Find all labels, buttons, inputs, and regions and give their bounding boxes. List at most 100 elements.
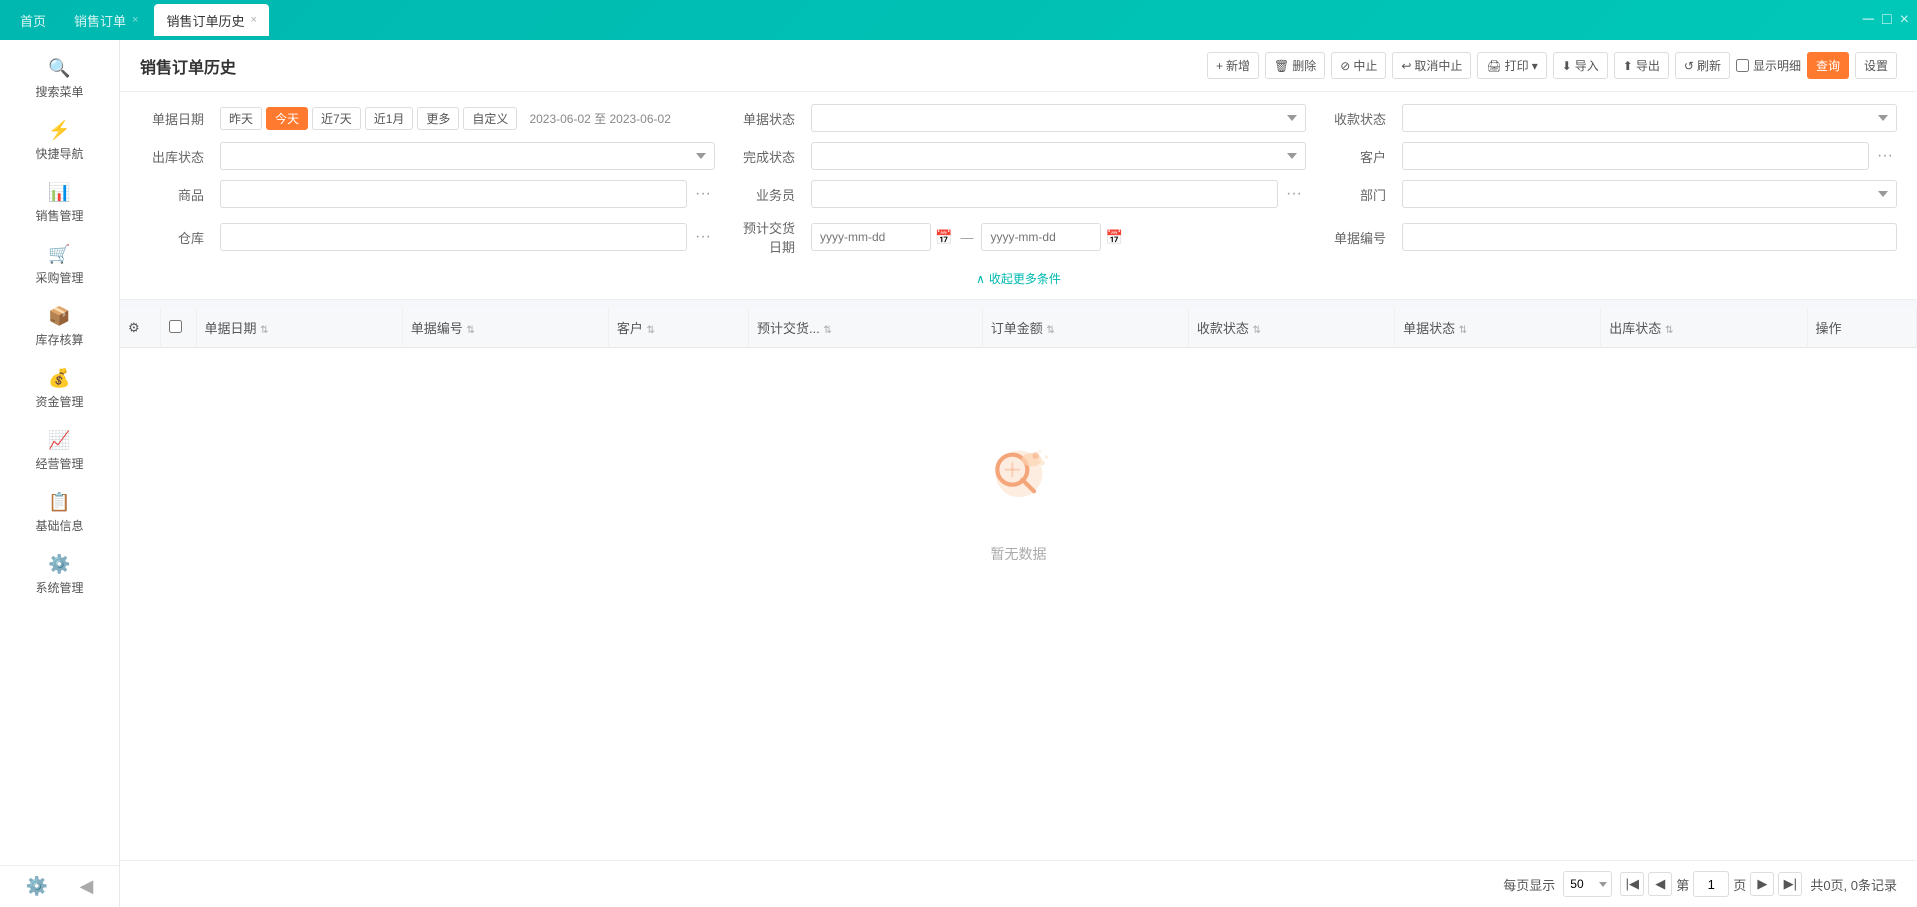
prev-page-button[interactable]: ◀ bbox=[1648, 872, 1672, 896]
empty-state: 暂无数据 bbox=[120, 348, 1917, 644]
sidebar-item-system-mgmt[interactable]: ⚙️ 系统管理 bbox=[0, 544, 119, 606]
sidebar-item-inventory[interactable]: 📦 库存核算 bbox=[0, 296, 119, 358]
th-checkbox[interactable] bbox=[160, 308, 196, 348]
close-tab-sales-order[interactable]: × bbox=[132, 14, 138, 26]
product-label: 商品 bbox=[140, 185, 204, 204]
select-all-checkbox[interactable] bbox=[169, 320, 182, 333]
cancel-stop-button[interactable]: ↩ 取消中止 bbox=[1392, 52, 1471, 79]
delivery-date-to[interactable] bbox=[981, 223, 1101, 251]
sidebar-settings-icon[interactable]: ⚙️ bbox=[26, 876, 48, 897]
complete-status-select[interactable] bbox=[811, 142, 1306, 170]
print-button[interactable]: 🖨 打印 ▾ bbox=[1477, 52, 1546, 79]
display-details-checkbox[interactable]: 显示明细 bbox=[1736, 57, 1801, 74]
page-nav: |◀ ◀ 第 页 ▶ ▶| bbox=[1620, 871, 1802, 897]
date-last1m[interactable]: 近1月 bbox=[365, 107, 414, 130]
payment-status-label: 收款状态 bbox=[1322, 109, 1386, 128]
date-last7[interactable]: 近7天 bbox=[312, 107, 361, 130]
close-tab-sales-order-history[interactable]: × bbox=[250, 14, 256, 26]
salesperson-label: 业务员 bbox=[731, 185, 795, 204]
first-page-button[interactable]: |◀ bbox=[1620, 872, 1644, 896]
settings-button[interactable]: 设置 bbox=[1855, 52, 1897, 79]
delivery-date-to-calendar[interactable]: 📅 bbox=[1105, 229, 1122, 246]
salesperson-input[interactable] bbox=[811, 180, 1278, 208]
last-page-button[interactable]: ▶| bbox=[1778, 872, 1802, 896]
display-details-input[interactable] bbox=[1736, 59, 1749, 72]
payment-status-select[interactable] bbox=[1402, 104, 1897, 132]
date-today[interactable]: 今天 bbox=[266, 107, 308, 130]
th-order-amount: 订单金额 ⇅ bbox=[982, 308, 1188, 348]
next-page-button[interactable]: ▶ bbox=[1750, 872, 1774, 896]
outbound-status-select[interactable] bbox=[220, 142, 715, 170]
sort-customer-icon[interactable]: ⇅ bbox=[647, 325, 655, 336]
sort-amount-icon[interactable]: ⇅ bbox=[1046, 325, 1054, 336]
th-payment-status: 收款状态 ⇅ bbox=[1188, 308, 1394, 348]
outbound-status-label: 出库状态 bbox=[140, 147, 204, 166]
export-icon: ⬆ bbox=[1623, 59, 1633, 73]
th-settings[interactable]: ⚙ bbox=[120, 308, 160, 348]
sort-delivery-icon[interactable]: ⇅ bbox=[823, 325, 831, 336]
table-header-row: ⚙ 单据日期 ⇅ 单据编号 ⇅ bbox=[120, 308, 1917, 348]
page-label: 第 bbox=[1676, 875, 1689, 894]
delivery-date-label: 预计交货日期 bbox=[731, 218, 795, 256]
sort-date-icon[interactable]: ⇅ bbox=[260, 325, 268, 336]
bill-status-select[interactable] bbox=[811, 104, 1306, 132]
sidebar-item-finance[interactable]: 💰 资金管理 bbox=[0, 358, 119, 420]
tab-home[interactable]: 首页 bbox=[8, 4, 58, 36]
product-ellipsis[interactable]: ··· bbox=[691, 185, 715, 203]
sort-payment-icon[interactable]: ⇅ bbox=[1253, 325, 1261, 336]
delivery-date-from-calendar[interactable]: 📅 bbox=[935, 229, 952, 246]
delete-icon: 🗑 bbox=[1274, 59, 1289, 73]
new-button[interactable]: + 新增 bbox=[1207, 52, 1259, 79]
delivery-date-from[interactable] bbox=[811, 223, 931, 251]
page-number-input[interactable] bbox=[1693, 871, 1729, 897]
plus-icon: + bbox=[1216, 59, 1223, 73]
product-input[interactable] bbox=[220, 180, 687, 208]
warehouse-ellipsis[interactable]: ··· bbox=[691, 228, 715, 246]
maximize-button[interactable]: □ bbox=[1882, 11, 1892, 29]
bill-number-input[interactable] bbox=[1402, 223, 1897, 251]
per-page-select[interactable]: 10 20 50 100 bbox=[1563, 871, 1612, 897]
th-bill-status: 单据状态 ⇅ bbox=[1395, 308, 1601, 348]
warehouse-input[interactable] bbox=[220, 223, 687, 251]
th-bill-no: 单据编号 ⇅ bbox=[402, 308, 608, 348]
close-button[interactable]: × bbox=[1900, 11, 1909, 29]
stop-button[interactable]: ⊘ 中止 bbox=[1331, 52, 1386, 79]
customer-input[interactable] bbox=[1402, 142, 1869, 170]
sort-billstatus-icon[interactable]: ⇅ bbox=[1459, 325, 1467, 336]
sidebar-item-basic-info[interactable]: 📋 基础信息 bbox=[0, 482, 119, 544]
sidebar-collapse-icon[interactable]: ◀ bbox=[79, 876, 93, 897]
basic-info-icon: 📋 bbox=[48, 492, 70, 513]
department-select[interactable] bbox=[1402, 180, 1897, 208]
th-delivery-date: 预计交货... ⇅ bbox=[748, 308, 982, 348]
minimize-button[interactable]: ─ bbox=[1863, 11, 1874, 29]
inventory-icon: 📦 bbox=[48, 306, 70, 327]
date-more[interactable]: 更多 bbox=[417, 107, 459, 130]
import-button[interactable]: ⬇ 导入 bbox=[1553, 52, 1608, 79]
sort-outbound-icon[interactable]: ⇅ bbox=[1665, 325, 1673, 336]
query-button[interactable]: 查询 bbox=[1807, 52, 1849, 79]
per-page-label: 每页显示 bbox=[1503, 875, 1555, 894]
collapse-row[interactable]: ∧ 收起更多条件 bbox=[140, 266, 1897, 287]
tab-sales-order-history[interactable]: 销售订单历史 × bbox=[154, 4, 268, 36]
date-yesterday[interactable]: 昨天 bbox=[220, 107, 262, 130]
export-button[interactable]: ⬆ 导出 bbox=[1614, 52, 1669, 79]
sidebar-item-quick-nav[interactable]: ⚡ 快捷导航 bbox=[0, 110, 119, 172]
customer-ellipsis[interactable]: ··· bbox=[1873, 147, 1897, 165]
tab-sales-order[interactable]: 销售订单 × bbox=[62, 4, 150, 36]
sidebar-item-purchase-mgmt[interactable]: 🛒 采购管理 bbox=[0, 234, 119, 296]
sort-billno-icon[interactable]: ⇅ bbox=[466, 325, 474, 336]
filter-row-4: 仓库 ··· 预计交货日期 📅 — 📅 单据编号 bbox=[140, 218, 1897, 256]
delete-button[interactable]: 🗑 删除 bbox=[1265, 52, 1325, 79]
sidebar-item-search-menu[interactable]: 🔍 搜索菜单 bbox=[0, 48, 119, 110]
refresh-button[interactable]: ↺ 刷新 bbox=[1675, 52, 1730, 79]
sidebar-item-operations[interactable]: 📈 经营管理 bbox=[0, 420, 119, 482]
table-settings-icon[interactable]: ⚙ bbox=[128, 320, 140, 335]
salesperson-ellipsis[interactable]: ··· bbox=[1282, 185, 1306, 203]
complete-status-value bbox=[811, 142, 1306, 170]
date-custom[interactable]: 自定义 bbox=[463, 107, 517, 130]
bill-number-label: 单据编号 bbox=[1322, 228, 1386, 247]
sidebar-item-sales-mgmt[interactable]: 📊 销售管理 bbox=[0, 172, 119, 234]
warehouse-value: ··· bbox=[220, 223, 715, 251]
bill-status-value bbox=[811, 104, 1306, 132]
import-icon: ⬇ bbox=[1562, 59, 1572, 73]
